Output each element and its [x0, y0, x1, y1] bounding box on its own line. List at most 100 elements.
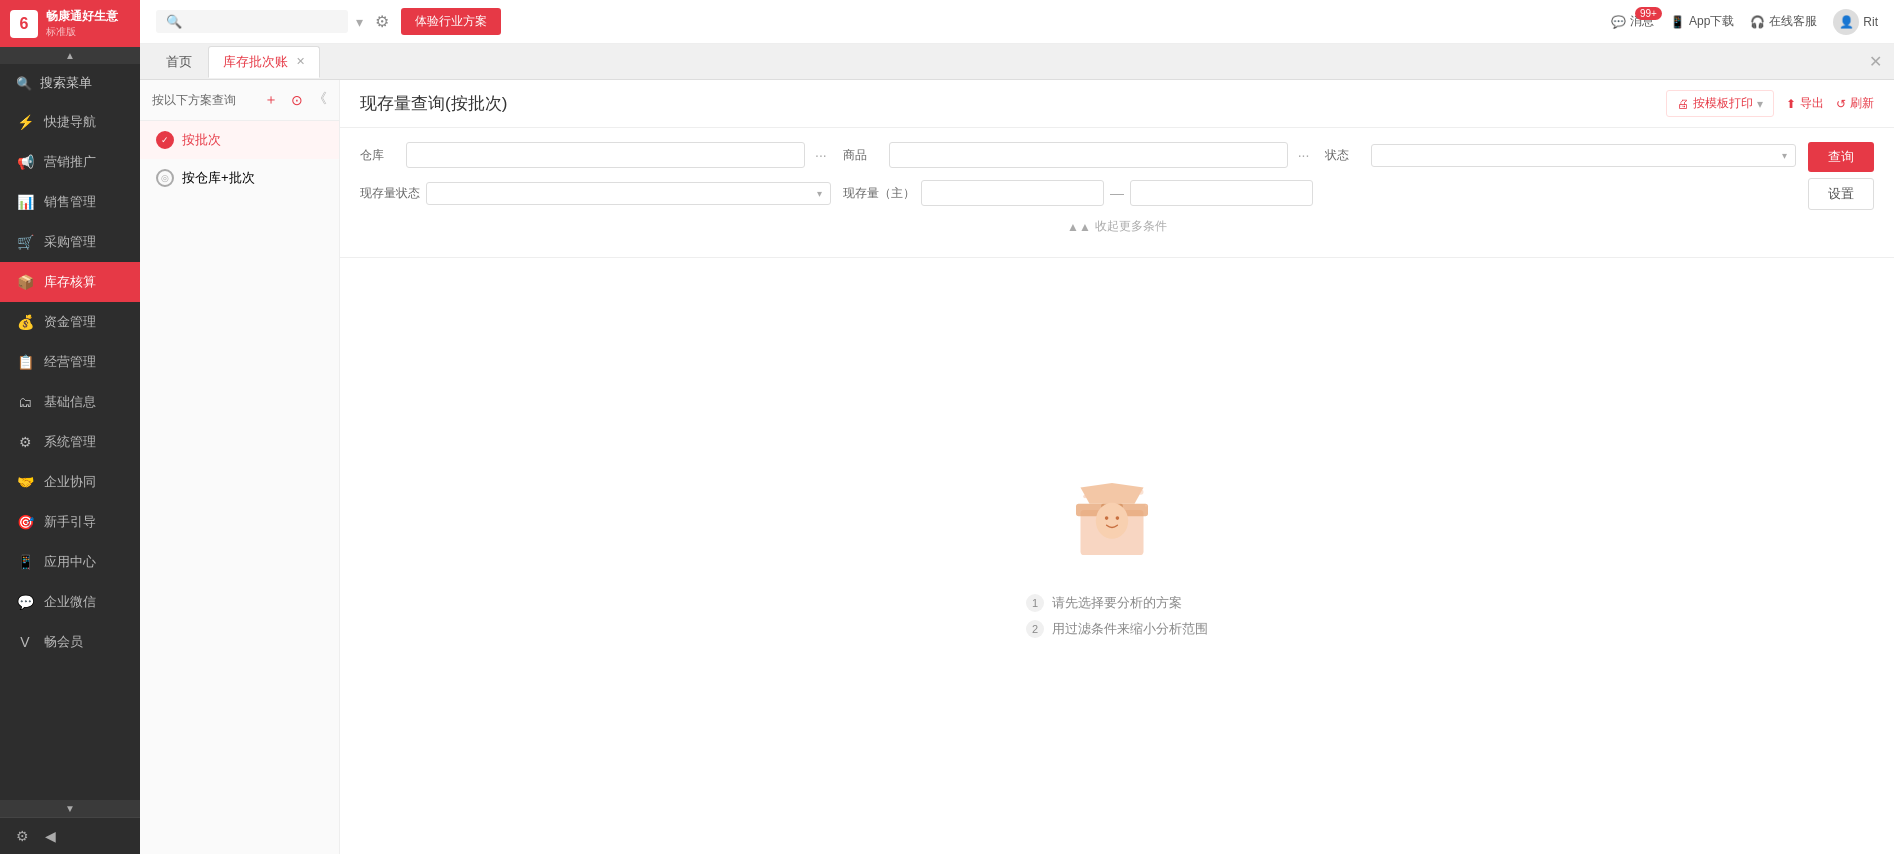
messages-badge: 99+ — [1635, 7, 1662, 20]
scheme-item-by-batch[interactable]: ✓ 按批次 — [140, 121, 339, 159]
search-icon: 🔍 — [16, 76, 32, 91]
left-panel: 按以下方案查询 ＋ ⊙ 《 ✓ 按批次 ◎ 按仓库+批次 — [140, 80, 340, 854]
purchase-icon: 🛒 — [16, 234, 34, 250]
left-panel-actions: ＋ ⊙ 《 — [261, 90, 327, 110]
right-panel: 现存量查询(按批次) 🖨 按模板打印 ▾ ⬆ 导出 ↺ 刷新 — [340, 80, 1894, 854]
sidebar-item-basic[interactable]: 🗂 基础信息 — [0, 382, 140, 422]
hint-text-1: 请先选择要分析的方案 — [1052, 594, 1182, 612]
sidebar-item-label: 企业微信 — [44, 593, 96, 611]
inventory-status-label: 现存量状态 — [360, 185, 420, 202]
sidebar-search-item[interactable]: 🔍 搜索菜单 — [0, 64, 140, 102]
messages-item[interactable]: 💬 消息 99+ — [1611, 13, 1654, 30]
status-label: 状态 — [1325, 147, 1365, 164]
sidebar-item-system[interactable]: ⚙ 系统管理 — [0, 422, 140, 462]
sidebar-item-finance[interactable]: 💰 资金管理 — [0, 302, 140, 342]
query-btn[interactable]: 查询 — [1808, 142, 1874, 172]
warehouse-input[interactable] — [406, 142, 805, 168]
left-panel-title: 按以下方案查询 — [152, 92, 236, 109]
main-area: 🔍 ▾ ⚙ 体验行业方案 💬 消息 99+ 📱 App下载 🎧 在线客服 👤 R — [140, 0, 1894, 854]
sidebar-item-membership[interactable]: V 畅会员 — [0, 622, 140, 662]
topbar-settings-icon[interactable]: ⚙ — [375, 12, 389, 31]
collapse-filter-row[interactable]: ▲▲ 收起更多条件 — [360, 210, 1874, 243]
sidebar-scroll-up[interactable]: ▲ — [0, 47, 140, 64]
app-logo: 6 — [10, 10, 38, 38]
sidebar-item-sales[interactable]: 📊 销售管理 — [0, 182, 140, 222]
print-btn-label: 按模板打印 — [1693, 95, 1753, 112]
svg-point-7 — [1138, 489, 1143, 494]
svg-point-4 — [1105, 516, 1109, 520]
filter-settings-btn[interactable]: 设置 — [1808, 178, 1874, 210]
sidebar-item-wechat[interactable]: 💬 企业微信 — [0, 582, 140, 622]
sidebar-item-inventory[interactable]: 📦 库存核算 — [0, 262, 140, 302]
app-download-item[interactable]: 📱 App下载 — [1670, 13, 1734, 30]
topbar-search-box[interactable]: 🔍 — [156, 10, 348, 33]
hint-number-2: 2 — [1026, 620, 1044, 638]
sidebar-item-quicknav[interactable]: ⚡ 快捷导航 — [0, 102, 140, 142]
sidebar-item-label: 经营管理 — [44, 353, 96, 371]
sidebar-item-label: 销售管理 — [44, 193, 96, 211]
svg-point-6 — [1083, 495, 1087, 499]
empty-hint-1: 1 请先选择要分析的方案 — [1026, 594, 1208, 612]
export-btn[interactable]: ⬆ 导出 — [1786, 95, 1824, 112]
appcenter-icon: 📱 — [16, 554, 34, 570]
topbar-search-input[interactable] — [188, 15, 338, 29]
sidebar-nav: ⚡ 快捷导航 📢 营销推广 📊 销售管理 🛒 采购管理 📦 库存核算 💰 资金管… — [0, 102, 140, 800]
print-btn[interactable]: 🖨 按模板打印 ▾ — [1666, 90, 1774, 117]
inventory-qty-dash: — — [1110, 185, 1124, 201]
tab-close-icon[interactable]: ✕ — [296, 56, 305, 67]
scheme-active-icon: ✓ — [156, 131, 174, 149]
scheme-item-by-warehouse-batch[interactable]: ◎ 按仓库+批次 — [140, 159, 339, 197]
scheme-inactive-icon: ◎ — [156, 169, 174, 187]
sidebar-item-label: 资金管理 — [44, 313, 96, 331]
product-more-btn[interactable]: ··· — [1294, 147, 1314, 163]
inventory-status-select[interactable]: ▾ — [426, 182, 831, 205]
topbar-right: 💬 消息 99+ 📱 App下载 🎧 在线客服 👤 Rit — [1611, 9, 1878, 35]
tabs-bar: 首页 库存批次账 ✕ ✕ — [140, 44, 1894, 80]
svg-point-8 — [1145, 504, 1148, 507]
sidebar-search-label: 搜索菜单 — [40, 74, 92, 92]
collapse-sidebar-icon[interactable]: ◀ — [45, 828, 56, 844]
sidebar-item-label: 企业协同 — [44, 473, 96, 491]
inventory-status-filter: 现存量状态 ▾ — [360, 182, 831, 205]
inventory-qty-label: 现存量（主） — [843, 185, 915, 202]
refresh-icon: ↺ — [1836, 97, 1846, 111]
finance-icon: 💰 — [16, 314, 34, 330]
scheme-settings-icon[interactable]: ⊙ — [287, 90, 307, 110]
inventory-qty-from-input[interactable] — [921, 180, 1104, 206]
sidebar-item-purchase[interactable]: 🛒 采购管理 — [0, 222, 140, 262]
sales-icon: 📊 — [16, 194, 34, 210]
basic-icon: 🗂 — [16, 394, 34, 410]
status-select[interactable]: ▾ — [1371, 144, 1796, 167]
collapse-label: 收起更多条件 — [1095, 218, 1167, 235]
print-icon: 🖨 — [1677, 97, 1689, 111]
warehouse-filter: 仓库 ··· — [360, 142, 831, 168]
sidebar: 6 畅康通好生意 标准版 ▲ 🔍 搜索菜单 ⚡ 快捷导航 📢 营销推广 📊 销售… — [0, 0, 140, 854]
experience-btn[interactable]: 体验行业方案 — [401, 8, 501, 35]
tab-close-panel-icon[interactable]: ✕ — [1869, 52, 1882, 71]
refresh-btn[interactable]: ↺ 刷新 — [1836, 95, 1874, 112]
inventory-status-dropdown-icon: ▾ — [817, 188, 822, 199]
sidebar-item-marketing[interactable]: 📢 营销推广 — [0, 142, 140, 182]
sidebar-item-enterprise[interactable]: 🤝 企业协同 — [0, 462, 140, 502]
sidebar-item-newbie[interactable]: 🎯 新手引导 — [0, 502, 140, 542]
message-icon: 💬 — [1611, 15, 1626, 29]
add-scheme-icon[interactable]: ＋ — [261, 90, 281, 110]
sidebar-item-appcenter[interactable]: 📱 应用中心 — [0, 542, 140, 582]
sidebar-header: 6 畅康通好生意 标准版 — [0, 0, 140, 47]
product-input[interactable] — [889, 142, 1288, 168]
sidebar-item-operations[interactable]: 📋 经营管理 — [0, 342, 140, 382]
settings-footer-icon[interactable]: ⚙ — [16, 828, 29, 844]
tab-home[interactable]: 首页 — [152, 47, 206, 77]
inventory-qty-to-input[interactable] — [1130, 180, 1313, 206]
topbar-dropdown-icon[interactable]: ▾ — [356, 14, 363, 30]
user-name: Rit — [1863, 15, 1878, 29]
print-dropdown-icon[interactable]: ▾ — [1757, 97, 1763, 111]
user-item[interactable]: 👤 Rit — [1833, 9, 1878, 35]
sidebar-scroll-down[interactable]: ▼ — [0, 800, 140, 817]
sidebar-item-label: 营销推广 — [44, 153, 96, 171]
online-service-item[interactable]: 🎧 在线客服 — [1750, 13, 1817, 30]
left-panel-collapse-icon[interactable]: 《 — [313, 90, 327, 110]
warehouse-more-btn[interactable]: ··· — [811, 147, 831, 163]
refresh-btn-label: 刷新 — [1850, 95, 1874, 112]
tab-inventory-batch[interactable]: 库存批次账 ✕ — [208, 46, 320, 78]
